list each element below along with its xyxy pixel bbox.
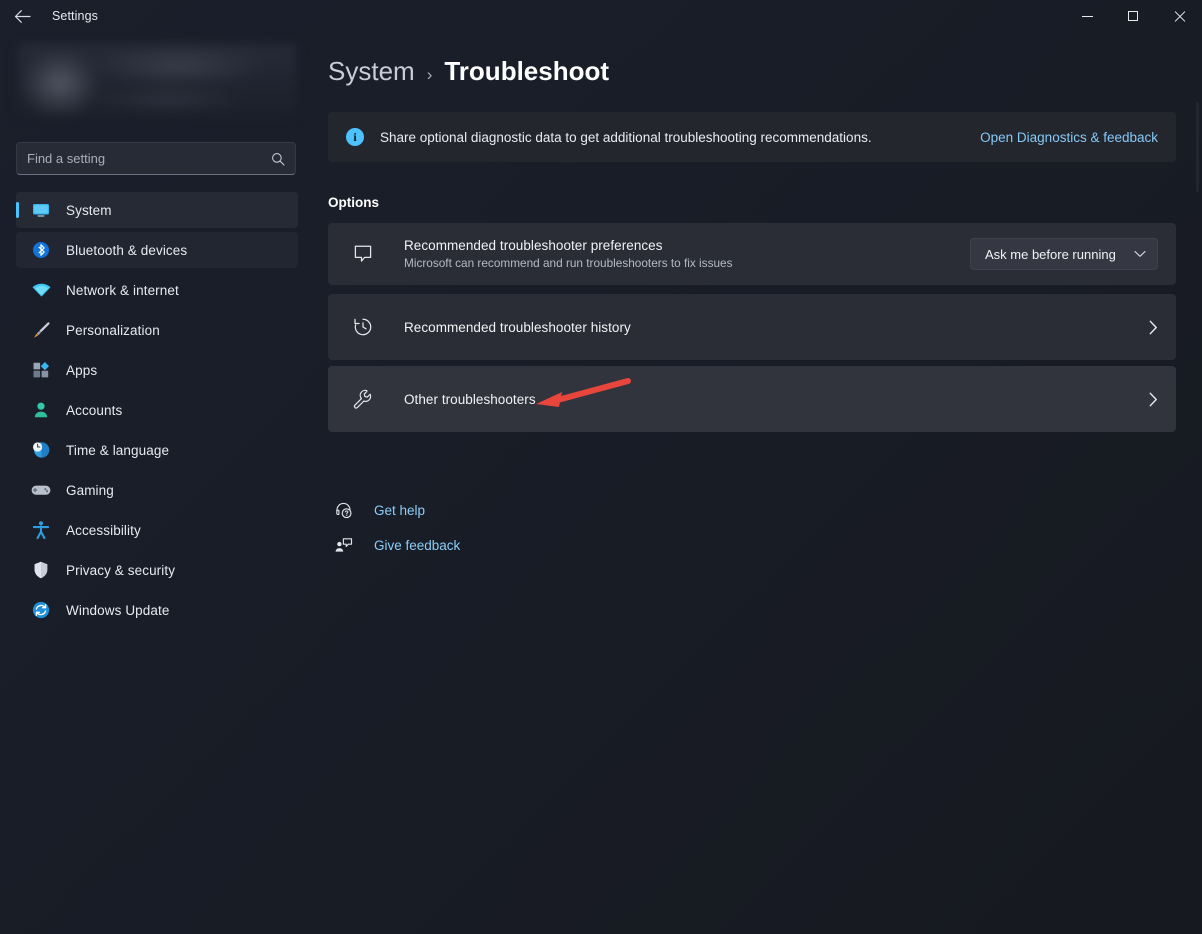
sidebar-item-apps[interactable]: Apps [16,352,298,388]
sidebar-item-label: Accounts [66,402,123,418]
apps-icon [28,358,54,382]
bluetooth-icon [28,238,54,262]
sidebar-item-label: Accessibility [66,522,141,538]
dropdown-selected-value: Ask me before running [985,246,1116,262]
card-text: Recommended troubleshooter preferences M… [404,238,970,270]
chevron-down-icon [1134,250,1146,258]
clock-globe-icon [28,438,54,462]
person-icon [28,398,54,422]
main-content: System › Troubleshoot i Share optional d… [312,32,1202,934]
gamepad-icon [28,478,54,502]
close-icon [1173,10,1185,22]
settings-window: Settings Find a setting System Bluetooth… [0,0,1202,934]
sidebar-nav: System Bluetooth & devices Network & int… [16,192,298,632]
minimize-button[interactable] [1064,0,1110,32]
search-box[interactable] [16,142,296,175]
sidebar-item-windows-update[interactable]: Windows Update [16,592,298,628]
help-headset-icon [328,499,358,521]
breadcrumb-root[interactable]: System [328,56,415,87]
close-button[interactable] [1156,0,1202,32]
wrench-icon [346,382,380,416]
card-recommended-troubleshooter-history[interactable]: Recommended troubleshooter history [328,294,1176,360]
back-arrow-icon [14,9,31,23]
sidebar: System Bluetooth & devices [0,32,312,934]
info-icon: i [346,128,364,146]
give-feedback-link[interactable]: Give feedback [328,529,728,561]
sidebar-item-label: Network & internet [66,282,179,298]
monitor-icon [28,198,54,222]
account-profile-blurred[interactable] [18,44,296,116]
card-other-troubleshooters[interactable]: Other troubleshooters [328,366,1176,432]
sidebar-item-system[interactable]: System [16,192,298,228]
page-title: Troubleshoot [444,56,610,86]
sidebar-item-time-language[interactable]: Time & language [16,432,298,468]
feedback-bubble-icon [346,237,380,271]
sidebar-item-gaming[interactable]: Gaming [16,472,298,508]
sidebar-item-privacy-security[interactable]: Privacy & security [16,552,298,588]
maximize-button[interactable] [1110,0,1156,32]
card-title: Recommended troubleshooter history [404,319,631,335]
history-clock-icon [346,310,380,344]
chevron-right-icon [1149,392,1158,407]
shield-icon [28,558,54,582]
back-button[interactable] [0,0,44,32]
paintbrush-icon [28,318,54,342]
sidebar-item-accessibility[interactable]: Accessibility [16,512,298,548]
card-text: Other troubleshooters [404,392,1133,407]
app-title: Settings [52,9,98,23]
search-icon [271,152,285,166]
bottom-links: Get help Give feedback [328,494,728,564]
search-input[interactable] [27,151,271,166]
sidebar-item-accounts[interactable]: Accounts [16,392,298,428]
scrollbar[interactable] [1196,102,1199,192]
wifi-icon [28,278,54,302]
breadcrumb-separator: › [426,65,433,84]
sidebar-item-bluetooth-devices[interactable]: Bluetooth & devices [16,232,298,268]
get-help-label: Get help [374,502,426,518]
update-icon [28,598,54,622]
banner-text: Share optional diagnostic data to get ad… [380,129,872,145]
sidebar-item-label: Bluetooth & devices [66,242,188,258]
card-text: Recommended troubleshooter history [404,320,1133,335]
get-help-link[interactable]: Get help [328,494,728,526]
give-feedback-label: Give feedback [374,537,461,553]
accessibility-icon [28,518,54,542]
sidebar-item-label: Windows Update [66,602,170,618]
sidebar-item-network-internet[interactable]: Network & internet [16,272,298,308]
title-bar: Settings [0,0,1202,32]
breadcrumb: System › Troubleshoot [328,56,609,87]
options-heading: Options [328,195,379,210]
sidebar-item-label: Personalization [66,322,160,338]
give-feedback-icon [328,534,358,556]
diagnostic-data-banner: i Share optional diagnostic data to get … [328,112,1176,162]
minimize-icon [1081,15,1093,17]
window-controls [1064,0,1202,32]
sidebar-item-personalization[interactable]: Personalization [16,312,298,348]
sidebar-item-label: Privacy & security [66,562,176,578]
selection-indicator [16,202,19,218]
card-title: Recommended troubleshooter preferences [404,238,663,253]
card-title: Other troubleshooters [404,391,536,407]
card-recommended-troubleshooter-preferences: Recommended troubleshooter preferences M… [328,223,1176,285]
recommended-troubleshooter-preferences-dropdown[interactable]: Ask me before running [970,238,1158,270]
sidebar-item-label: Gaming [66,482,114,498]
sidebar-item-label: Time & language [66,442,170,458]
maximize-icon [1128,11,1138,21]
sidebar-item-label: Apps [66,362,98,378]
card-subtitle: Microsoft can recommend and run troubles… [404,256,733,270]
sidebar-item-label: System [66,202,112,218]
chevron-right-icon [1149,320,1158,335]
open-diagnostics-feedback-link[interactable]: Open Diagnostics & feedback [980,130,1158,145]
